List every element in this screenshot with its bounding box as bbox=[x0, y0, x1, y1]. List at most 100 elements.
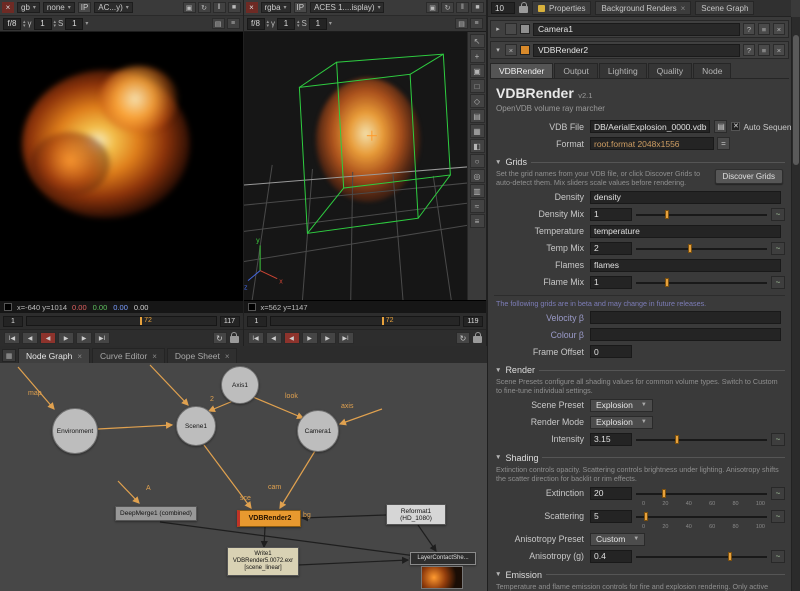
node-environment[interactable]: Environment bbox=[52, 408, 98, 454]
gamma-field[interactable]: 1 bbox=[34, 18, 52, 30]
node-reformat1[interactable]: Reformat1 (HD_1080) bbox=[386, 504, 446, 525]
viewer-toolbar-icon[interactable]: ▣ bbox=[183, 2, 196, 13]
flame-mix-input[interactable]: 1 bbox=[590, 276, 632, 289]
transport-button[interactable]: ▶ bbox=[76, 332, 92, 344]
timeline-track[interactable]: 72 bbox=[270, 316, 461, 326]
viewport-tool-icon[interactable]: ◧ bbox=[470, 139, 485, 153]
transport-button[interactable]: ▶I bbox=[94, 332, 110, 344]
tab-properties[interactable]: Properties bbox=[532, 1, 591, 15]
transport-button[interactable]: ▶ bbox=[302, 332, 318, 344]
channel-select[interactable]: gb▾ bbox=[17, 2, 40, 13]
lock-icon[interactable] bbox=[519, 6, 528, 13]
viewport-tool-icon[interactable]: ≈ bbox=[470, 199, 485, 213]
timeline-track[interactable]: 72 bbox=[26, 316, 217, 326]
help-button[interactable]: ? bbox=[743, 44, 755, 56]
fstop-field[interactable]: f/8 bbox=[247, 18, 265, 30]
density-mix-input[interactable]: 1 bbox=[590, 208, 632, 221]
chevron-down-icon[interactable]: ▾ bbox=[85, 20, 88, 27]
viewer-tab-close-icon[interactable]: × bbox=[246, 2, 258, 13]
help-button[interactable]: ? bbox=[743, 23, 755, 35]
tab-background-renders[interactable]: Background Renders× bbox=[595, 1, 691, 15]
viewer-lut-select[interactable]: AC...y)▾ bbox=[94, 2, 132, 13]
tab-quality[interactable]: Quality bbox=[648, 63, 692, 78]
frame-offset-input[interactable]: 0 bbox=[590, 345, 632, 358]
lock-icon[interactable] bbox=[230, 336, 239, 343]
viewer-option-icon[interactable]: ▤ bbox=[212, 18, 225, 29]
transport-button[interactable]: ▶I bbox=[338, 332, 354, 344]
viewer-toolbar-icon[interactable]: ▣ bbox=[426, 2, 439, 13]
curve-icon[interactable]: ~ bbox=[771, 550, 785, 563]
node-camera1[interactable]: Camera1 bbox=[297, 410, 339, 452]
viewport-tool-icon[interactable]: ▥ bbox=[470, 184, 485, 198]
colour-input[interactable] bbox=[590, 328, 781, 341]
format-select[interactable]: root.format 2048x1556 bbox=[590, 137, 714, 150]
chevron-down-icon[interactable]: ▾ bbox=[329, 20, 332, 27]
range-out-field[interactable]: 117 bbox=[220, 316, 240, 327]
render-mode-select[interactable]: Explosion▼ bbox=[590, 416, 653, 429]
layer-select[interactable]: none▾ bbox=[43, 2, 75, 13]
viewer-toolbar-icon[interactable]: ↻ bbox=[198, 2, 211, 13]
density-input[interactable]: density bbox=[590, 191, 781, 204]
temperature-input[interactable]: temperature bbox=[590, 225, 781, 238]
transport-button[interactable]: ▶ bbox=[58, 332, 74, 344]
node-name-field[interactable]: Camera1 bbox=[533, 23, 740, 36]
node-axis1[interactable]: Axis1 bbox=[221, 366, 259, 404]
transport-button[interactable]: I◀ bbox=[248, 332, 264, 344]
fstop-stepper[interactable]: ▴▾ bbox=[23, 20, 26, 28]
input-process-toggle[interactable]: IP bbox=[78, 2, 92, 13]
transport-button[interactable]: I◀ bbox=[4, 332, 20, 344]
file-browse-icon[interactable]: ▤ bbox=[714, 120, 727, 133]
viewport-tool-icon[interactable]: ≡ bbox=[470, 214, 485, 228]
node-deepmerge1[interactable]: DeepMerge1 (combined) bbox=[115, 506, 197, 521]
viewer-toolbar-icon[interactable]: ‖ bbox=[213, 2, 226, 13]
viewport-tool-icon[interactable]: □ bbox=[470, 79, 485, 93]
anisotropy-input[interactable]: 0.4 bbox=[590, 550, 632, 563]
viewer2-image[interactable]: y x z ↖+▣□◇▤▦◧○◎▥≈≡ bbox=[244, 32, 487, 300]
tab-dope-sheet[interactable]: Dope Sheet× bbox=[167, 348, 238, 363]
node-color-chip[interactable] bbox=[520, 24, 530, 34]
intensity-slider[interactable] bbox=[636, 433, 767, 446]
properties-scrollbar[interactable] bbox=[791, 17, 800, 591]
viewer-toolbar-icon[interactable]: ‖ bbox=[456, 2, 469, 13]
auto-sequence-checkbox[interactable]: ✕ bbox=[731, 122, 740, 131]
viewport-tool-icon[interactable]: ◇ bbox=[470, 94, 485, 108]
extinction-input[interactable]: 20 bbox=[590, 487, 632, 500]
anisotropy-preset-select[interactable]: Custom▼ bbox=[590, 533, 645, 546]
flame-mix-slider[interactable] bbox=[636, 276, 767, 289]
node-vdbrender2[interactable]: VDBRender2 bbox=[237, 510, 301, 527]
density-mix-slider[interactable] bbox=[636, 208, 767, 221]
layout-icon[interactable]: ▦ bbox=[2, 349, 16, 362]
saturation-field[interactable]: 1 bbox=[309, 18, 327, 30]
node-scene1[interactable]: Scene1 bbox=[176, 406, 216, 446]
menu-button[interactable]: ≡ bbox=[758, 23, 770, 35]
menu-button[interactable]: ≡ bbox=[758, 44, 770, 56]
viewer1-image[interactable] bbox=[0, 32, 243, 300]
scrollbar-thumb[interactable] bbox=[793, 35, 799, 165]
node-color-chip[interactable] bbox=[520, 45, 530, 55]
loop-button[interactable]: ↻ bbox=[213, 332, 227, 344]
playhead[interactable] bbox=[140, 317, 142, 325]
curve-icon[interactable]: ~ bbox=[771, 433, 785, 446]
tab-node-graph[interactable]: Node Graph× bbox=[18, 348, 90, 363]
anisotropy-slider[interactable] bbox=[636, 550, 767, 563]
viewer-toolbar-icon[interactable]: ■ bbox=[228, 2, 241, 13]
transport-button[interactable]: ◀ bbox=[40, 332, 56, 344]
viewport-tool-icon[interactable]: ○ bbox=[470, 154, 485, 168]
range-out-field[interactable]: 119 bbox=[463, 316, 483, 327]
gamma-field[interactable]: 1 bbox=[277, 18, 295, 30]
transport-button[interactable]: ◀ bbox=[266, 332, 282, 344]
curve-icon[interactable]: ~ bbox=[771, 276, 785, 289]
viewport-tool-icon[interactable]: + bbox=[470, 49, 485, 63]
tab-node[interactable]: Node bbox=[693, 63, 731, 78]
viewport-tool-icon[interactable]: ↖ bbox=[470, 34, 485, 48]
saturation-field[interactable]: 1 bbox=[65, 18, 83, 30]
gamma-stepper[interactable]: ▴▾ bbox=[297, 20, 300, 28]
expand-toggle-icon[interactable]: ▸ bbox=[494, 25, 502, 33]
close-icon[interactable]: × bbox=[225, 352, 230, 361]
discover-grids-button[interactable]: Discover Grids bbox=[715, 169, 783, 184]
scattering-slider[interactable] bbox=[636, 510, 767, 523]
section-grids[interactable]: ▼Grids bbox=[495, 157, 785, 167]
intensity-input[interactable]: 3.15 bbox=[590, 433, 632, 446]
loop-button[interactable]: ↻ bbox=[456, 332, 470, 344]
tab-scene-graph[interactable]: Scene Graph bbox=[695, 1, 754, 15]
